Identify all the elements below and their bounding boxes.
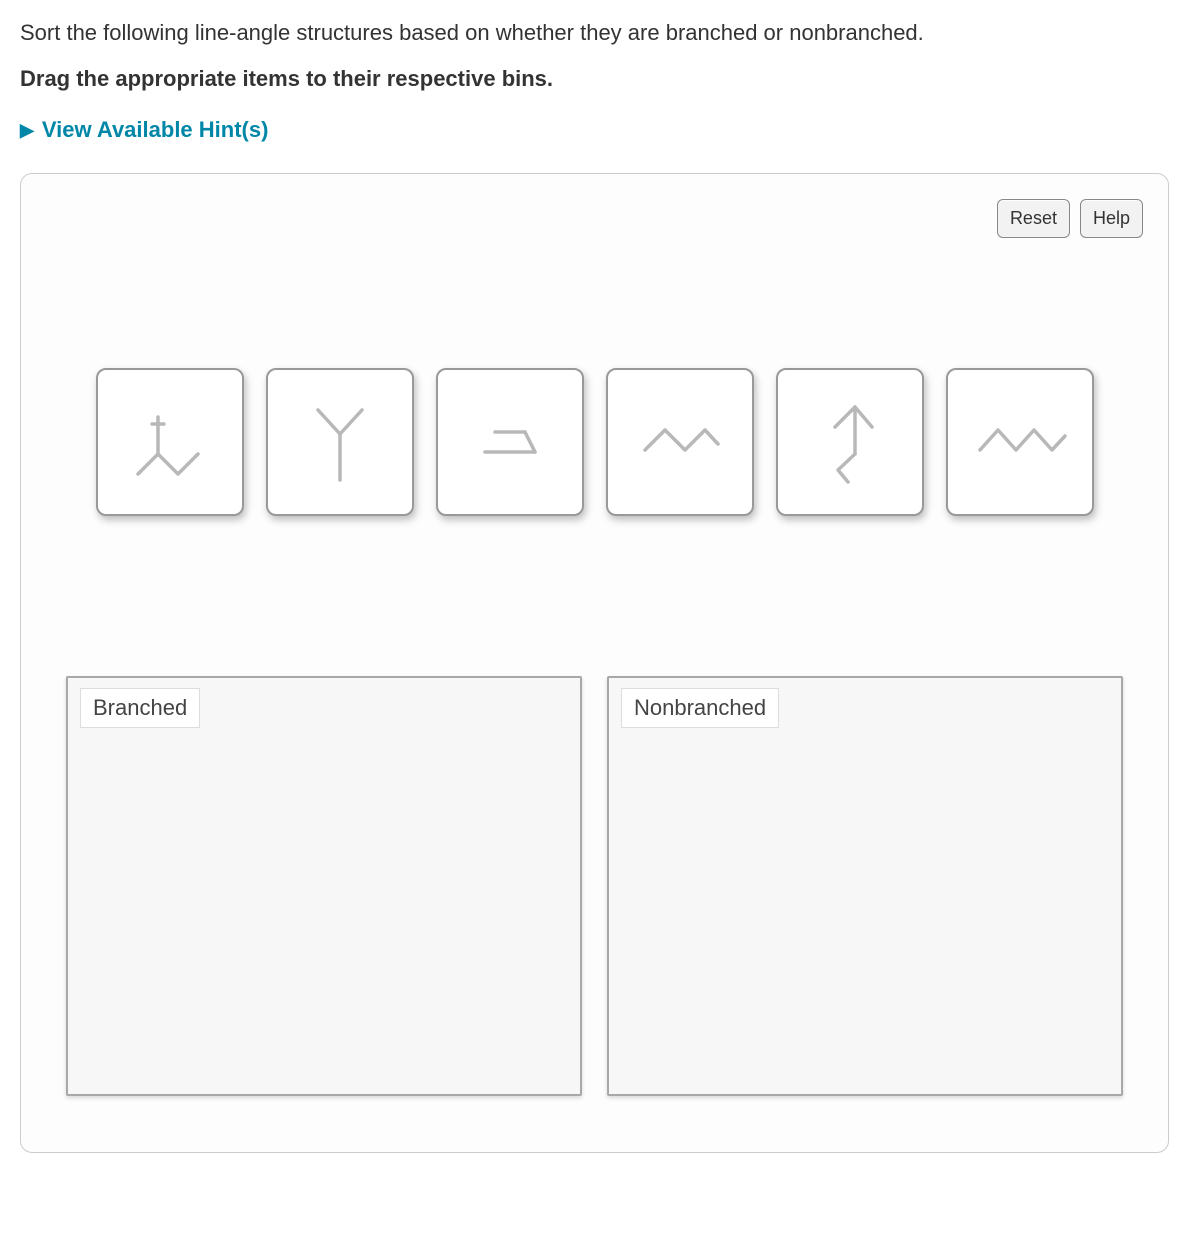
bin-nonbranched[interactable]: Nonbranched bbox=[607, 676, 1123, 1096]
bin-label-nonbranched: Nonbranched bbox=[621, 688, 779, 728]
bin-label-branched: Branched bbox=[80, 688, 200, 728]
structure-4[interactable] bbox=[606, 368, 754, 516]
molecule-icon bbox=[290, 392, 390, 492]
structure-2[interactable] bbox=[266, 368, 414, 516]
molecule-icon bbox=[800, 392, 900, 492]
structure-5[interactable] bbox=[776, 368, 924, 516]
bin-branched[interactable]: Branched bbox=[66, 676, 582, 1096]
caret-right-icon: ▶ bbox=[20, 120, 34, 141]
exercise-panel: Reset Help bbox=[20, 173, 1169, 1153]
molecule-icon bbox=[460, 392, 560, 492]
molecule-icon bbox=[630, 392, 730, 492]
structure-3[interactable] bbox=[436, 368, 584, 516]
drag-instruction: Drag the appropriate items to their resp… bbox=[20, 66, 1169, 92]
molecule-icon bbox=[120, 392, 220, 492]
draggable-items-row bbox=[46, 368, 1143, 516]
hints-label: View Available Hint(s) bbox=[42, 117, 269, 143]
structure-6[interactable] bbox=[946, 368, 1094, 516]
view-hints-link[interactable]: ▶ View Available Hint(s) bbox=[20, 117, 1169, 143]
molecule-icon bbox=[970, 392, 1070, 492]
reset-button[interactable]: Reset bbox=[997, 199, 1070, 238]
structure-1[interactable] bbox=[96, 368, 244, 516]
bins-row: Branched Nonbranched bbox=[46, 676, 1143, 1096]
help-button[interactable]: Help bbox=[1080, 199, 1143, 238]
panel-buttons: Reset Help bbox=[46, 199, 1143, 238]
question-text: Sort the following line-angle structures… bbox=[20, 20, 1169, 46]
